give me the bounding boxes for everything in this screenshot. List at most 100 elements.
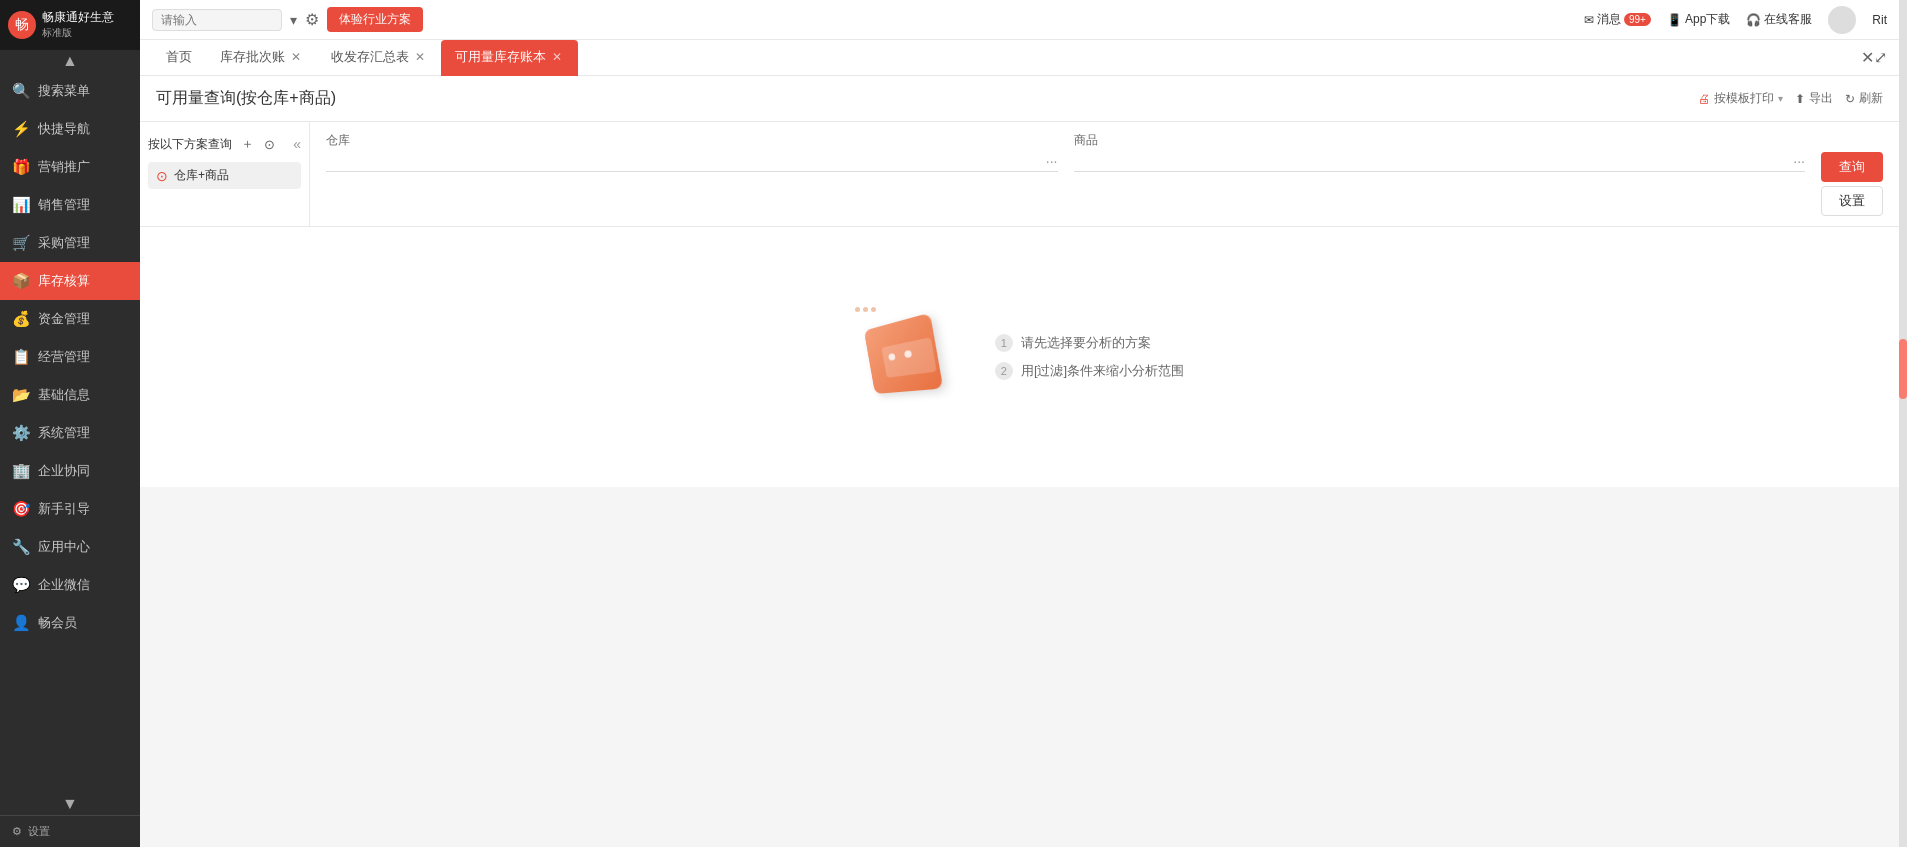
sidebar-scroll: 🔍 搜索菜单 ⚡ 快捷导航 🎁 营销推广 📊 销售管理 🛒 采购管理 📦 库存核…	[0, 72, 140, 793]
empty-illustration	[855, 307, 955, 407]
username-label[interactable]: Rit	[1872, 13, 1887, 27]
apps-icon: 🔧	[12, 538, 30, 556]
page-actions: 🖨 按模板打印 ▾ ⬆ 导出 ↻ 刷新	[1698, 90, 1883, 107]
app-download-button[interactable]: 📱 App下载	[1667, 11, 1730, 28]
query-right-panel: 仓库 ··· 商品 ··· 查询 设置	[310, 122, 1899, 226]
operations-icon: 📋	[12, 348, 30, 366]
box-eye-right	[904, 350, 912, 358]
service-icon: 🎧	[1746, 13, 1761, 27]
tab-available-close[interactable]: ✕	[550, 50, 564, 64]
scroll-up-button[interactable]: ▲	[0, 50, 140, 72]
sidebar-item-purchase[interactable]: 🛒 采购管理	[0, 224, 140, 262]
purchase-icon: 🛒	[12, 234, 30, 252]
topbar-dropdown-button[interactable]: ▾	[290, 12, 297, 28]
app-title: 畅康通好生意	[42, 10, 114, 26]
service-button[interactable]: 🎧 在线客服	[1746, 11, 1812, 28]
query-actions: ＋ ⊙	[238, 134, 278, 154]
sidebar-item-search[interactable]: 🔍 搜索菜单	[0, 72, 140, 110]
sidebar-bottom: ⚙ 设置	[0, 815, 140, 847]
sidebar-item-quick-nav[interactable]: ⚡ 快捷导航	[0, 110, 140, 148]
sidebar: 畅 畅康通好生意 标准版 ▲ 🔍 搜索菜单 ⚡ 快捷导航 🎁 营销推广 📊 销售…	[0, 0, 140, 847]
settings-scheme-button[interactable]: ⊙	[261, 134, 278, 154]
print-icon: 🖨	[1698, 92, 1710, 106]
tab-batch-close[interactable]: ✕	[289, 50, 303, 64]
main-area: ▾ ⚙ 体验行业方案 ✉ 消息 99+ 📱 App下载 🎧 在线客服 Rit 首…	[140, 0, 1899, 847]
tab-available[interactable]: 可用量库存账本 ✕	[441, 40, 578, 76]
system-icon: ⚙️	[12, 424, 30, 442]
scheme-item[interactable]: ⊙ 仓库+商品	[148, 162, 301, 189]
tab-home[interactable]: 首页	[152, 40, 206, 76]
trial-button[interactable]: 体验行业方案	[327, 7, 423, 32]
topbar-right: ✉ 消息 99+ 📱 App下载 🎧 在线客服 Rit	[1584, 6, 1887, 34]
page-header: 可用量查询(按仓库+商品) 🖨 按模板打印 ▾ ⬆ 导出 ↻ 刷新	[140, 76, 1899, 122]
refresh-icon: ↻	[1845, 92, 1855, 106]
export-button[interactable]: ⬆ 导出	[1795, 90, 1833, 107]
sidebar-item-apps[interactable]: 🔧 应用中心	[0, 528, 140, 566]
goods-more-button[interactable]: ···	[1793, 153, 1805, 169]
topbar-search-input[interactable]	[152, 9, 282, 31]
sidebar-item-finance[interactable]: 💰 资金管理	[0, 300, 140, 338]
tabbar-expand-button[interactable]: ⤢	[1874, 48, 1887, 67]
goods-label: 商品	[1074, 132, 1806, 149]
empty-inner: 1 请先选择要分析的方案 2 用[过滤]条件来缩小分析范围	[855, 307, 1184, 407]
warehouse-label: 仓库	[326, 132, 1058, 149]
empty-state: 1 请先选择要分析的方案 2 用[过滤]条件来缩小分析范围	[140, 227, 1899, 487]
sidebar-item-member[interactable]: 👤 畅会员	[0, 604, 140, 642]
query-label: 按以下方案查询 ＋ ⊙ «	[148, 134, 301, 154]
page-title: 可用量查询(按仓库+商品)	[156, 88, 336, 109]
tabbar: 首页 库存批次账 ✕ 收发存汇总表 ✕ 可用量库存账本 ✕ ✕ ⤢	[140, 40, 1899, 76]
marketing-icon: 🎁	[12, 158, 30, 176]
tabbar-close-button[interactable]: ✕	[1861, 48, 1874, 67]
topbar-gear-button[interactable]: ⚙	[305, 10, 319, 29]
sidebar-item-system[interactable]: ⚙️ 系统管理	[0, 414, 140, 452]
print-dropdown-icon: ▾	[1778, 93, 1783, 104]
query-button[interactable]: 查询	[1821, 152, 1883, 182]
goods-input-wrap: ···	[1074, 153, 1806, 172]
sidebar-item-corp[interactable]: 🏢 企业协同	[0, 452, 140, 490]
topbar: ▾ ⚙ 体验行业方案 ✉ 消息 99+ 📱 App下载 🎧 在线客服 Rit	[140, 0, 1899, 40]
scrollbar-handle[interactable]	[1899, 339, 1907, 399]
goods-field: 商品 ···	[1074, 132, 1806, 172]
add-scheme-button[interactable]: ＋	[238, 134, 257, 154]
print-button[interactable]: 🖨 按模板打印 ▾	[1698, 90, 1783, 107]
warehouse-input[interactable]	[326, 154, 1046, 169]
cloud-dots	[855, 307, 876, 312]
cloud-dot-3	[871, 307, 876, 312]
sidebar-item-inventory[interactable]: 📦 库存核算	[0, 262, 140, 300]
right-scrollbar[interactable]	[1899, 0, 1907, 847]
search-icon: 🔍	[12, 82, 30, 100]
finance-icon: 💰	[12, 310, 30, 328]
box-eye-left	[888, 353, 896, 361]
refresh-button[interactable]: ↻ 刷新	[1845, 90, 1883, 107]
avatar[interactable]	[1828, 6, 1856, 34]
goods-input[interactable]	[1074, 154, 1794, 169]
scroll-down-button[interactable]: ▼	[0, 793, 140, 815]
sidebar-item-marketing[interactable]: 🎁 营销推广	[0, 148, 140, 186]
collapse-button[interactable]: «	[293, 136, 301, 152]
tab-summary-close[interactable]: ✕	[413, 50, 427, 64]
query-btn-area: 查询 设置	[1821, 132, 1883, 216]
sidebar-item-guide[interactable]: 🎯 新手引导	[0, 490, 140, 528]
sidebar-item-sales[interactable]: 📊 销售管理	[0, 186, 140, 224]
basic-icon: 📂	[12, 386, 30, 404]
query-left-panel: 按以下方案查询 ＋ ⊙ « ⊙ 仓库+商品	[140, 122, 310, 226]
settings-button[interactable]: 设置	[1821, 186, 1883, 216]
tip-item-1: 1 请先选择要分析的方案	[995, 334, 1184, 352]
scheme-icon: ⊙	[156, 168, 168, 184]
message-button[interactable]: ✉ 消息 99+	[1584, 11, 1651, 28]
app-icon: 📱	[1667, 13, 1682, 27]
wechat-icon: 💬	[12, 576, 30, 594]
warehouse-more-button[interactable]: ···	[1046, 153, 1058, 169]
sidebar-item-operations[interactable]: 📋 经营管理	[0, 338, 140, 376]
tip-num-1: 1	[995, 334, 1013, 352]
query-section: 按以下方案查询 ＋ ⊙ « ⊙ 仓库+商品 仓库 ···	[140, 122, 1899, 227]
sales-icon: 📊	[12, 196, 30, 214]
quick-nav-icon: ⚡	[12, 120, 30, 138]
tab-summary[interactable]: 收发存汇总表 ✕	[317, 40, 441, 76]
corp-icon: 🏢	[12, 462, 30, 480]
sidebar-item-wechat[interactable]: 💬 企业微信	[0, 566, 140, 604]
member-icon: 👤	[12, 614, 30, 632]
tab-batch[interactable]: 库存批次账 ✕	[206, 40, 317, 76]
sidebar-item-basic[interactable]: 📂 基础信息	[0, 376, 140, 414]
app-logo: 畅	[8, 11, 36, 39]
